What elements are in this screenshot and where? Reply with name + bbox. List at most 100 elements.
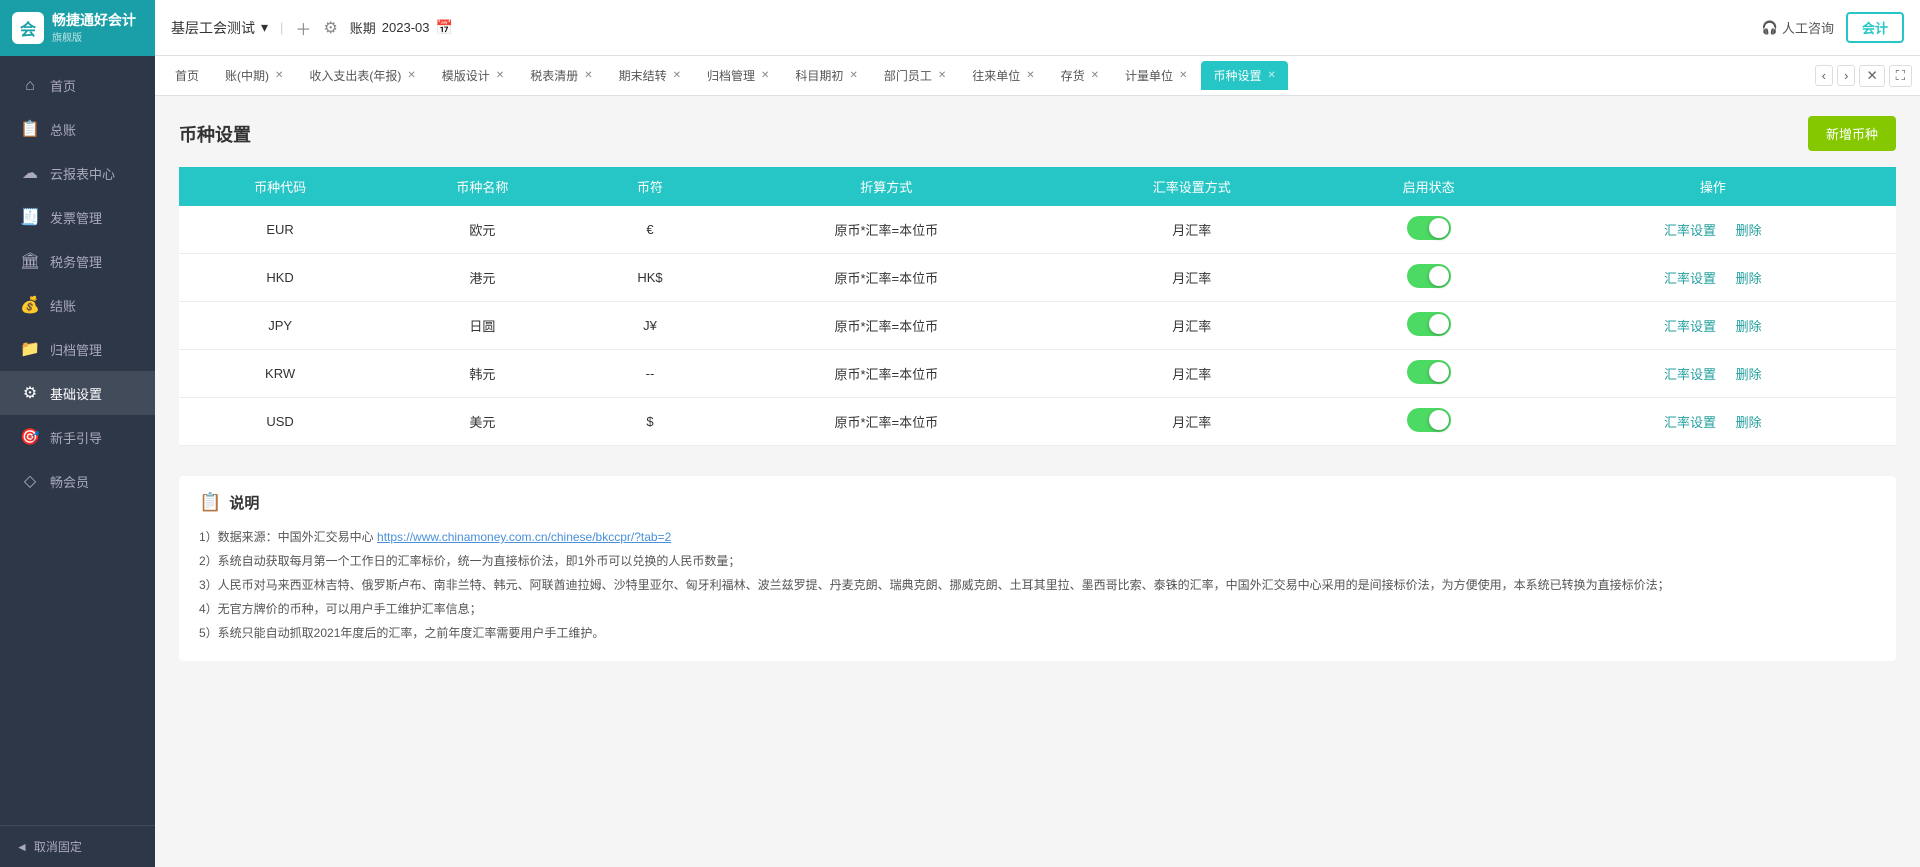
delete-link[interactable]: 删除: [1736, 271, 1762, 286]
sidebar-icon-home: ⌂: [20, 77, 40, 95]
tab-dept[interactable]: 部门员工✕: [872, 61, 958, 90]
sidebar-item-reports[interactable]: ☁云报表中心: [0, 151, 155, 195]
tab-close-vendor[interactable]: ✕: [1026, 70, 1034, 81]
delete-link[interactable]: 删除: [1736, 415, 1762, 430]
sidebar-pin-toggle[interactable]: ◄ 取消固定: [0, 825, 155, 867]
sidebar-item-guide[interactable]: 🎯新手引导: [0, 415, 155, 459]
cell-calc: 原币*汇率=本位币: [716, 206, 1056, 254]
tab-label-inventory: 存货: [1061, 67, 1085, 84]
tab-close-currency[interactable]: ✕: [1267, 70, 1275, 81]
tab-close-income[interactable]: ✕: [407, 70, 415, 81]
cell-code: KRW: [179, 350, 381, 398]
toggle-enabled[interactable]: [1407, 264, 1451, 288]
delete-link[interactable]: 删除: [1736, 223, 1762, 238]
role-button[interactable]: 会计: [1846, 12, 1904, 43]
toggle-enabled[interactable]: [1407, 312, 1451, 336]
sidebar-item-archive[interactable]: 📁归档管理: [0, 327, 155, 371]
toggle-enabled[interactable]: [1407, 408, 1451, 432]
tab-close-inventory[interactable]: ✕: [1091, 70, 1099, 81]
col-header: 币符: [583, 167, 716, 206]
tab-close[interactable]: 期末结转✕: [607, 61, 693, 90]
rate-setting-link[interactable]: 汇率设置: [1664, 367, 1716, 382]
sidebar-item-ledger[interactable]: 📋总账: [0, 107, 155, 151]
tab-label-currency: 币种设置: [1213, 67, 1261, 84]
tab-close-archive[interactable]: ✕: [761, 70, 769, 81]
tab-tax[interactable]: 税表清册 ✕: [518, 61, 604, 90]
company-name: 基层工会测试: [171, 18, 255, 38]
tab-income[interactable]: 收入支出表(年报)✕: [297, 61, 427, 90]
table-header-row: 币种代码币种名称币符折算方式汇率设置方式启用状态操作: [179, 167, 1896, 206]
cell-actions: 汇率设置 删除: [1530, 206, 1896, 254]
sidebar-item-vip[interactable]: ◇畅会员: [0, 459, 155, 503]
delete-link[interactable]: 删除: [1736, 319, 1762, 334]
period-selector[interactable]: 账期 2023-03 📅: [350, 18, 453, 37]
tab-label-archive: 归档管理: [707, 67, 755, 84]
tab-period[interactable]: 账(中期)✕: [213, 61, 295, 90]
tab-template[interactable]: 模版设计✕: [430, 61, 516, 90]
cell-enabled: [1327, 350, 1529, 398]
sidebar-icon-ledger: 📋: [20, 119, 40, 139]
rate-setting-link[interactable]: 汇率设置: [1664, 271, 1716, 286]
sidebar-item-tax[interactable]: 🏛税务管理: [0, 239, 155, 283]
col-header: 汇率设置方式: [1056, 167, 1327, 206]
cell-name: 韩元: [381, 350, 583, 398]
rate-setting-link[interactable]: 汇率设置: [1664, 415, 1716, 430]
sidebar-label-settle: 结账: [50, 296, 76, 315]
cell-calc: 原币*汇率=本位币: [716, 350, 1056, 398]
sidebar-item-settings[interactable]: ⚙基础设置: [0, 371, 155, 415]
tab-close-close[interactable]: ✕: [673, 70, 681, 81]
tab-scroll-left[interactable]: ‹: [1815, 65, 1833, 86]
cell-rate-type: 月汇率: [1056, 206, 1327, 254]
tab-close-period[interactable]: ✕: [275, 70, 283, 81]
notes-title: 📋 说明: [199, 492, 1876, 513]
toggle-enabled[interactable]: [1407, 360, 1451, 384]
sidebar-label-vip: 畅会员: [50, 472, 89, 491]
tab-currency[interactable]: 币种设置 ✕: [1201, 61, 1287, 90]
new-currency-button[interactable]: 新增币种: [1808, 116, 1896, 151]
tab-close-unit[interactable]: ✕: [1179, 70, 1187, 81]
rate-setting-link[interactable]: 汇率设置: [1664, 319, 1716, 334]
tab-close-dept[interactable]: ✕: [938, 70, 946, 81]
cell-symbol: €: [583, 206, 716, 254]
cell-code: USD: [179, 398, 381, 446]
settings-icon[interactable]: ⚙: [323, 18, 337, 38]
sidebar-icon-tax: 🏛: [20, 251, 40, 271]
chevron-down-icon: ▾: [261, 19, 268, 36]
add-tab-button[interactable]: ＋: [295, 16, 311, 40]
tab-archive[interactable]: 归档管理 ✕: [695, 61, 781, 90]
tab-maximize[interactable]: ⛶: [1889, 65, 1912, 87]
tab-close-all[interactable]: ✕: [1859, 65, 1884, 87]
tab-label-tax: 税表清册: [530, 67, 578, 84]
tab-close-tax[interactable]: ✕: [584, 70, 592, 81]
sidebar-item-home[interactable]: ⌂首页: [0, 64, 155, 107]
note-item: 1）数据来源：中国外汇交易中心 https://www.chinamoney.c…: [199, 525, 1876, 549]
table-row: JPY 日圆 J¥ 原币*汇率=本位币 月汇率 汇率设置 删除: [179, 302, 1896, 350]
tab-vendor[interactable]: 往来单位✕: [960, 61, 1046, 90]
page-title-row: 币种设置 新增币种: [179, 116, 1896, 151]
tab-close-template[interactable]: ✕: [496, 70, 504, 81]
service-button[interactable]: 🎧 人工咨询: [1762, 18, 1834, 37]
tab-home[interactable]: 首页: [163, 61, 211, 90]
notes-section: 📋 说明 1）数据来源：中国外汇交易中心 https://www.chinamo…: [179, 476, 1896, 661]
rate-setting-link[interactable]: 汇率设置: [1664, 223, 1716, 238]
cell-symbol: --: [583, 350, 716, 398]
sidebar-item-invoice[interactable]: 🧾发票管理: [0, 195, 155, 239]
tab-nav-controls: ‹ › ✕ ⛶: [1815, 65, 1912, 87]
currency-table: 币种代码币种名称币符折算方式汇率设置方式启用状态操作 EUR 欧元 € 原币*汇…: [179, 167, 1896, 446]
delete-link[interactable]: 删除: [1736, 367, 1762, 382]
sidebar-icon-invoice: 🧾: [20, 207, 40, 227]
toggle-enabled[interactable]: [1407, 216, 1451, 240]
notes-link[interactable]: https://www.chinamoney.com.cn/chinese/bk…: [377, 530, 671, 544]
tab-inventory[interactable]: 存货 ✕: [1049, 61, 1111, 90]
tab-close-subjects[interactable]: ✕: [849, 70, 857, 81]
company-selector[interactable]: 基层工会测试 ▾: [171, 18, 268, 38]
cell-code: JPY: [179, 302, 381, 350]
tab-label-home: 首页: [175, 67, 199, 84]
sidebar-item-settle[interactable]: 💰结账: [0, 283, 155, 327]
cell-name: 美元: [381, 398, 583, 446]
col-header: 币种名称: [381, 167, 583, 206]
tab-unit[interactable]: 计量单位✕: [1113, 61, 1199, 90]
tab-scroll-right[interactable]: ›: [1837, 65, 1855, 86]
tab-subjects[interactable]: 科目期初✕: [783, 61, 869, 90]
cell-name: 日圆: [381, 302, 583, 350]
